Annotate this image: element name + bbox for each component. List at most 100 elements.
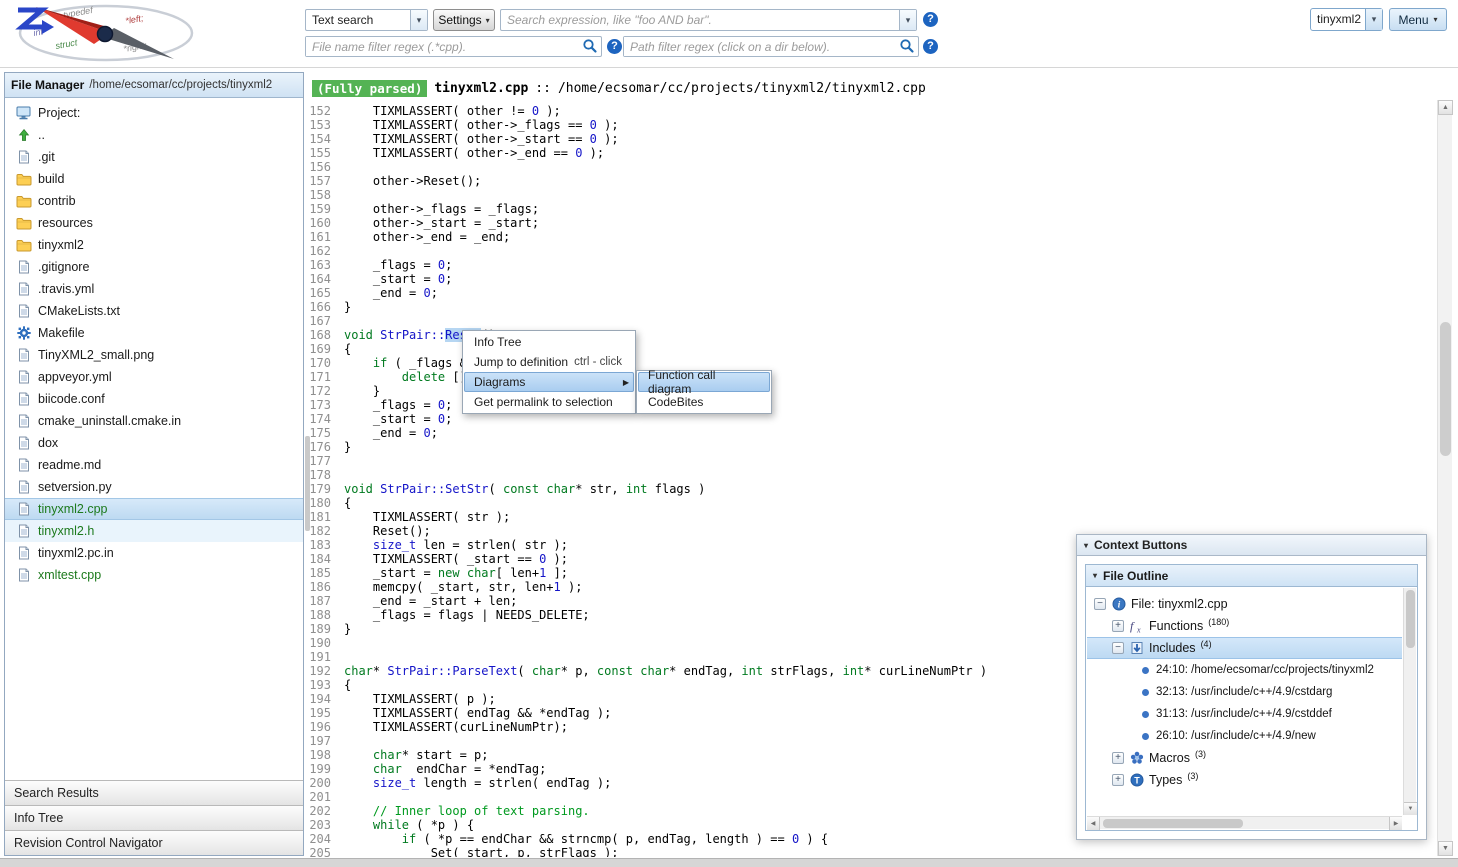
search-type-dropdown-icon[interactable]: ▾ <box>410 10 427 30</box>
outline-horizontal-scrollbar[interactable]: ◀ ▶ <box>1087 816 1402 829</box>
code-line-180[interactable]: 180{ <box>308 496 1436 510</box>
code-line-175[interactable]: 175 _end = 0; <box>308 426 1436 440</box>
code-line-177[interactable]: 177 <box>308 454 1436 468</box>
outline-include-item[interactable]: 32:13: /usr/include/c++/4.9/cstdarg <box>1087 681 1402 703</box>
scroll-up-arrow-icon[interactable]: ▲ <box>1438 100 1453 115</box>
collapse-node-icon[interactable]: − <box>1112 642 1124 654</box>
file-filter-search-icon[interactable] <box>582 38 598 54</box>
search-type-select[interactable]: Text search ▾ <box>305 9 428 31</box>
code-line-154[interactable]: 154 TIXMLASSERT( other->_start == 0 ); <box>308 132 1436 146</box>
file-tree-item-tinyxml2-cpp[interactable]: tinyxml2.cpp <box>5 498 303 520</box>
outline-include-item[interactable]: 24:10: /home/ecsomar/cc/projects/tinyxml… <box>1087 659 1402 681</box>
code-line-156[interactable]: 156 <box>308 160 1436 174</box>
code-line-166[interactable]: 166} <box>308 300 1436 314</box>
scroll-left-arrow-icon[interactable]: ◀ <box>1087 817 1100 830</box>
scrollbar-thumb[interactable] <box>1440 322 1451 456</box>
scrollbar-thumb[interactable] <box>1103 819 1243 828</box>
section-revision-control-navigator[interactable]: Revision Control Navigator <box>5 830 303 855</box>
search-expression-input[interactable] <box>501 10 899 30</box>
file-tree-item-tinyxml2[interactable]: tinyxml2 <box>5 234 303 256</box>
outline-include-item[interactable]: 26:10: /usr/include/c++/4.9/new <box>1087 725 1402 747</box>
codecompass-logo[interactable]: typedef *left; struct *right; int <box>6 3 196 63</box>
file-tree-item-setversion-py[interactable]: setversion.py <box>5 476 303 498</box>
outline-vertical-scrollbar[interactable]: ▼ <box>1403 588 1416 815</box>
workspace-select[interactable]: tinyxml2 ▾ <box>1310 8 1383 31</box>
scrollbar-thumb[interactable] <box>1406 590 1415 648</box>
file-tree-item-tinyxml2-h[interactable]: tinyxml2.h <box>5 520 303 542</box>
expand-node-icon[interactable]: + <box>1112 752 1124 764</box>
file-tree-item-xmltest-cpp[interactable]: xmltest.cpp <box>5 564 303 586</box>
code-line-174[interactable]: 174 _start = 0; <box>308 412 1436 426</box>
menu-item-diagrams[interactable]: Diagrams▶ <box>464 372 634 392</box>
file-tree-item-dox[interactable]: dox <box>5 432 303 454</box>
file-tree-item-tinyxml2-small-png[interactable]: TinyXML2_small.png <box>5 344 303 366</box>
file-filter-help-icon[interactable]: ? <box>607 39 622 54</box>
code-line-163[interactable]: 163 _flags = 0; <box>308 258 1436 272</box>
menu-button[interactable]: Menu ▾ <box>1389 8 1447 31</box>
path-filter-input[interactable] <box>624 37 894 56</box>
code-line-153[interactable]: 153 TIXMLASSERT( other->_flags == 0 ); <box>308 118 1436 132</box>
outline-node-macros[interactable]: +Macros(3) <box>1087 747 1402 769</box>
file-tree-item-cmakelists-txt[interactable]: CMakeLists.txt <box>5 300 303 322</box>
file-tree-item-resources[interactable]: resources <box>5 212 303 234</box>
outline-node-includes[interactable]: −Includes(4) <box>1087 637 1402 659</box>
code-line-162[interactable]: 162 <box>308 244 1436 258</box>
workspace-dropdown-icon[interactable]: ▾ <box>1365 9 1382 30</box>
outline-node-types[interactable]: +TTypes(3) <box>1087 769 1402 791</box>
code-line-167[interactable]: 167 <box>308 314 1436 328</box>
menu-item-codebites[interactable]: CodeBites <box>638 392 770 412</box>
file-tree-item-[interactable]: .. <box>5 124 303 146</box>
menu-item-get-permalink-to-selection[interactable]: Get permalink to selection <box>464 392 634 412</box>
file-name-filter-input[interactable] <box>306 37 577 56</box>
file-tree-item-contrib[interactable]: contrib <box>5 190 303 212</box>
code-line-178[interactable]: 178 <box>308 468 1436 482</box>
search-history-dropdown-icon[interactable]: ▾ <box>899 10 916 30</box>
collapse-node-icon[interactable]: − <box>1094 598 1106 610</box>
path-filter-search-icon[interactable] <box>899 38 915 54</box>
editor-vertical-scrollbar[interactable]: ▲ ▼ <box>1437 100 1452 856</box>
file-outline-header[interactable]: ▾ File Outline <box>1086 565 1417 587</box>
outline-root-file[interactable]: −iFile: tinyxml2.cpp <box>1087 593 1402 615</box>
code-line-165[interactable]: 165 _end = 0; <box>308 286 1436 300</box>
file-tree-item-makefile[interactable]: Makefile <box>5 322 303 344</box>
file-tree-item-project[interactable]: Project: <box>5 102 303 124</box>
menu-item-info-tree[interactable]: Info Tree <box>464 332 634 352</box>
section-search-results[interactable]: Search Results <box>5 780 303 805</box>
file-tree-item-appveyor-yml[interactable]: appveyor.yml <box>5 366 303 388</box>
expand-node-icon[interactable]: + <box>1112 774 1124 786</box>
code-line-158[interactable]: 158 <box>308 188 1436 202</box>
code-line-155[interactable]: 155 TIXMLASSERT( other->_end == 0 ); <box>308 146 1436 160</box>
file-tree-item-travis-yml[interactable]: .travis.yml <box>5 278 303 300</box>
file-tree-item-build[interactable]: build <box>5 168 303 190</box>
code-line-152[interactable]: 152 TIXMLASSERT( other != 0 ); <box>308 104 1436 118</box>
path-filter-help-icon[interactable]: ? <box>923 39 938 54</box>
context-buttons-header[interactable]: ▾ Context Buttons <box>1077 535 1426 556</box>
file-tree-item-biicode-conf[interactable]: biicode.conf <box>5 388 303 410</box>
file-tree-item-gitignore[interactable]: .gitignore <box>5 256 303 278</box>
code-line-159[interactable]: 159 other->_flags = _flags; <box>308 202 1436 216</box>
section-info-tree[interactable]: Info Tree <box>5 805 303 830</box>
code-line-164[interactable]: 164 _start = 0; <box>308 272 1436 286</box>
file-tree-item-tinyxml2-pc-in[interactable]: tinyxml2.pc.in <box>5 542 303 564</box>
file-manager-header[interactable]: File Manager /home/ecsomar/cc/projects/t… <box>5 73 303 98</box>
scroll-down-arrow-icon[interactable]: ▼ <box>1404 802 1417 815</box>
menu-item-function-call-diagram[interactable]: Function call diagram <box>638 372 770 392</box>
file-tree-item-cmake-uninstall-cmake-in[interactable]: cmake_uninstall.cmake.in <box>5 410 303 432</box>
menu-item-jump-to-definition[interactable]: Jump to definitionctrl - click <box>464 352 634 372</box>
outline-node-functions[interactable]: +fxFunctions(180) <box>1087 615 1402 637</box>
file-tree-item-git[interactable]: .git <box>5 146 303 168</box>
code-line-161[interactable]: 161 other->_end = _end; <box>308 230 1436 244</box>
code-line-205[interactable]: 205 Set( start, p, strFlags ); <box>308 846 1436 857</box>
settings-button[interactable]: Settings ▾ <box>433 9 495 31</box>
code-line-179[interactable]: 179void StrPair::SetStr( const char* str… <box>308 482 1436 496</box>
code-line-160[interactable]: 160 other->_start = _start; <box>308 216 1436 230</box>
code-line-181[interactable]: 181 TIXMLASSERT( str ); <box>308 510 1436 524</box>
scroll-right-arrow-icon[interactable]: ▶ <box>1389 817 1402 830</box>
outline-include-item[interactable]: 31:13: /usr/include/c++/4.9/cstddef <box>1087 703 1402 725</box>
scroll-down-arrow-icon[interactable]: ▼ <box>1438 841 1453 856</box>
expand-node-icon[interactable]: + <box>1112 620 1124 632</box>
code-line-157[interactable]: 157 other->Reset(); <box>308 174 1436 188</box>
search-help-icon[interactable]: ? <box>923 12 938 27</box>
code-line-176[interactable]: 176} <box>308 440 1436 454</box>
file-tree-item-readme-md[interactable]: readme.md <box>5 454 303 476</box>
